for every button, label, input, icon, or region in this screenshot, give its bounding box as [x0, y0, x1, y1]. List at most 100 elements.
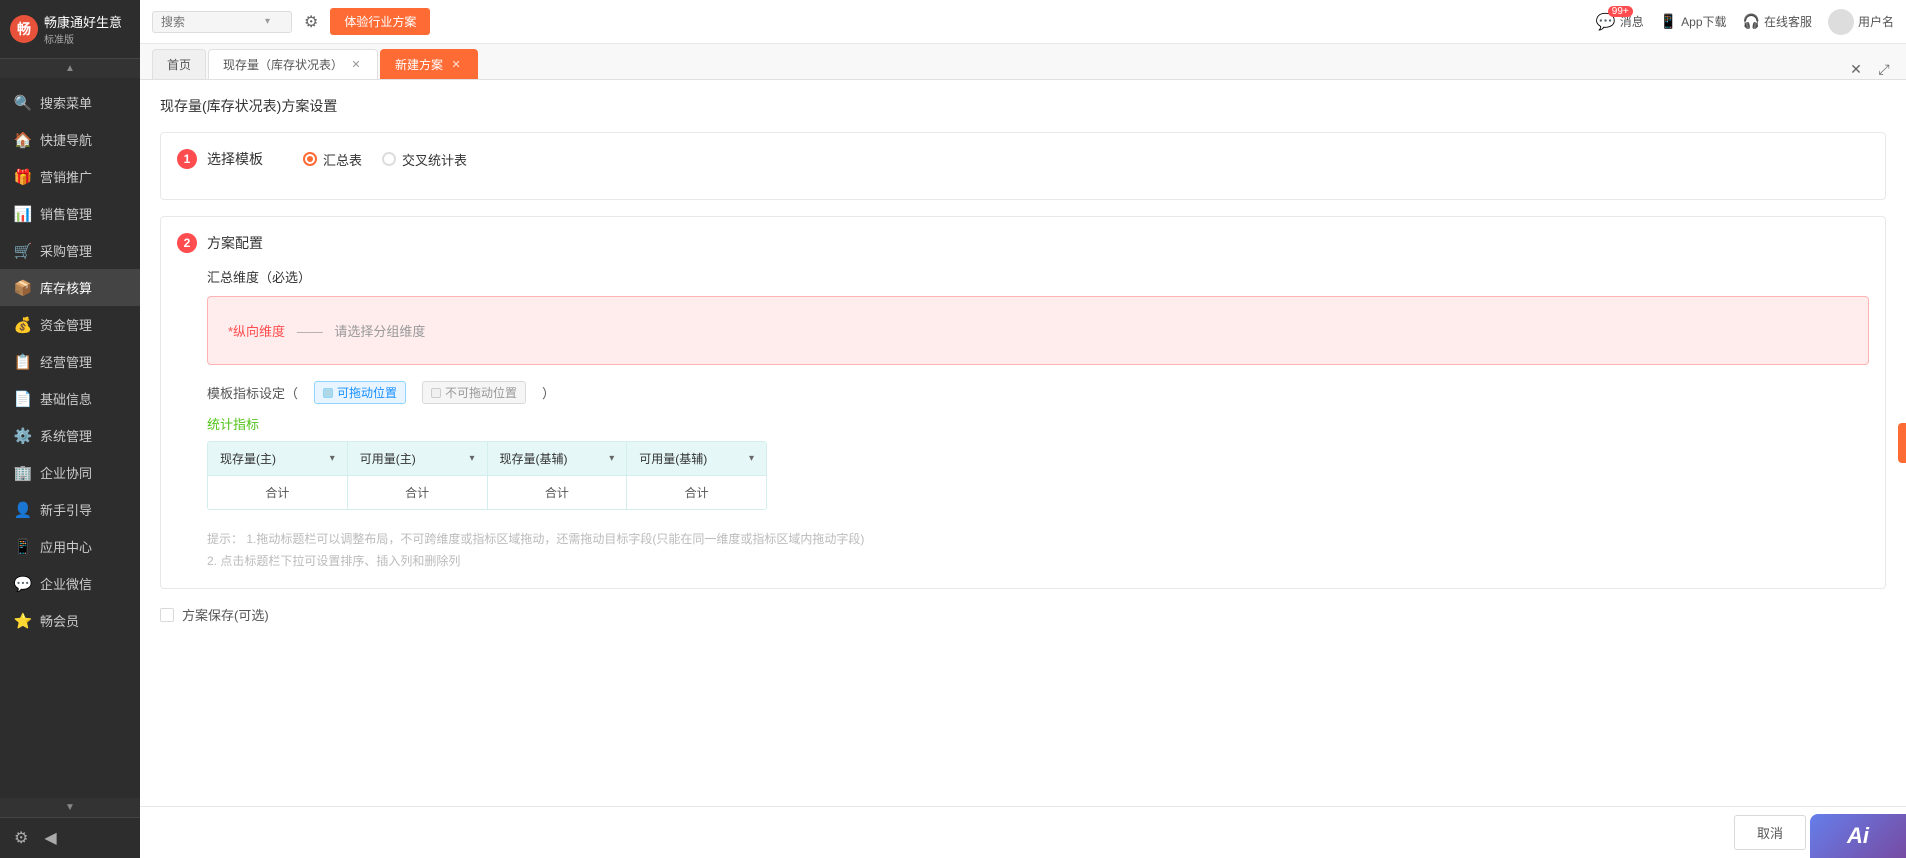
template-radio-group: 汇总表 交叉统计表 [303, 150, 467, 169]
indicator-close: ） [542, 383, 555, 402]
messages-btn[interactable]: 💬 消息 99+ [1596, 12, 1644, 32]
search-box[interactable]: ▾ [152, 11, 292, 33]
indicator-label-row: 模板指标设定（ 可拖动位置 不可拖动位置 ） [207, 381, 1869, 404]
expand-window-btn[interactable]: ⤢ [1874, 59, 1894, 79]
tab-label: 现存量（库存状况表） [223, 56, 343, 73]
tab-close-new-scheme[interactable]: ✕ [449, 58, 463, 72]
stats-cell-0-1: 合计 [348, 476, 488, 509]
indicator-label-text: 模板指标设定（ [207, 383, 298, 402]
save-option[interactable]: 方案保存(可选) [160, 605, 1886, 624]
tip-line-2: 2. 点击标题栏下拉可设置排序、插入列和删除列 [207, 551, 1869, 573]
search-dropdown-icon[interactable]: ▾ [265, 16, 270, 27]
tab-label: 首页 [167, 56, 191, 73]
stats-table: 现存量(主) ▾ 可用量(主) ▾ 现存量(基辅) ▾ 可用量(基辅) [207, 441, 767, 510]
settings-btn[interactable]: ⚙ [300, 8, 322, 36]
top-bar-left: ▾ ⚙ 体验行业方案 [152, 8, 1588, 36]
sidebar-item-label: 销售管理 [40, 204, 92, 223]
radio-summary[interactable]: 汇总表 [303, 150, 362, 169]
sidebar-item-label: 快捷导航 [40, 130, 92, 149]
sidebar-item-finance[interactable]: 💰 资金管理 [0, 306, 140, 343]
service-label: 在线客服 [1764, 13, 1812, 30]
sidebar-item-inventory[interactable]: 📦 库存核算 [0, 269, 140, 306]
save-checkbox[interactable] [160, 608, 174, 622]
col-label: 可用量(主) [360, 450, 416, 467]
sidebar-footer: ⚙ ◀ [0, 817, 140, 858]
tab-close-inventory[interactable]: ✕ [349, 58, 363, 72]
clipboard-icon: 📋 [14, 353, 32, 371]
app-download-btn[interactable]: 📱 App下载 [1660, 13, 1727, 30]
sidebar-item-search-menu[interactable]: 🔍 搜索菜单 [0, 84, 140, 121]
sidebar-item-label: 企业微信 [40, 574, 92, 593]
chart-icon: 📊 [14, 205, 32, 223]
sidebar-item-newbie[interactable]: 👤 新手引导 [0, 491, 140, 528]
stats-header-col-2[interactable]: 现存量(基辅) ▾ [488, 442, 628, 475]
sidebar-item-member[interactable]: ⭐ 畅会员 [0, 602, 140, 639]
sidebar-item-sales[interactable]: 📊 销售管理 [0, 195, 140, 232]
app-label: App下载 [1681, 13, 1726, 30]
building-icon: 🏢 [14, 464, 32, 482]
scroll-down-arrow[interactable]: ▼ [63, 800, 77, 815]
trial-btn[interactable]: 体验行业方案 [330, 8, 430, 35]
section-1-title: 选择模板 [207, 149, 263, 169]
app-logo: 畅 畅康通好生意 标准版 [0, 0, 140, 59]
money-icon: 💰 [14, 316, 32, 334]
sidebar-item-label: 系统管理 [40, 426, 92, 445]
dimension-row: *纵向维度 —— 请选择分组维度 [228, 321, 1848, 340]
stats-header-col-3[interactable]: 可用量(基辅) ▾ [627, 442, 766, 475]
sidebar-item-operations[interactable]: 📋 经营管理 [0, 343, 140, 380]
sidebar-item-quick-nav[interactable]: 🏠 快捷导航 [0, 121, 140, 158]
stats-header-col-1[interactable]: 可用量(主) ▾ [348, 442, 488, 475]
stats-data-row-0: 合计 合计 合计 合计 [208, 475, 766, 509]
cancel-button[interactable]: 取消 [1734, 815, 1806, 850]
logo-icon: 畅 [10, 15, 38, 43]
dropdown-icon-1[interactable]: ▾ [469, 453, 474, 464]
sidebar-item-app-center[interactable]: 📱 应用中心 [0, 528, 140, 565]
volume-icon[interactable]: ◀ [44, 828, 56, 848]
sidebar-item-label: 库存核算 [40, 278, 92, 297]
stats-header-col-0[interactable]: 现存量(主) ▾ [208, 442, 348, 475]
sidebar-item-label: 应用中心 [40, 537, 92, 556]
close-window-btn[interactable]: ✕ [1846, 59, 1866, 79]
radio-circle-cross [382, 152, 396, 166]
search-icon: 🔍 [14, 94, 32, 112]
dropdown-icon-0[interactable]: ▾ [330, 453, 335, 464]
stats-section: 统计指标 现存量(主) ▾ 可用量(主) ▾ 现存量(基辅) [207, 414, 1869, 513]
gear-icon: ⚙️ [14, 427, 32, 445]
avatar [1828, 9, 1854, 35]
no-drag-label: 不可拖动位置 [445, 384, 517, 401]
dropdown-icon-2[interactable]: ▾ [609, 453, 614, 464]
dropdown-icon-3[interactable]: ▾ [749, 453, 754, 464]
required-star: *纵向维度 [228, 324, 285, 339]
right-scroll-handle[interactable] [1898, 423, 1906, 463]
stats-cell-0-3: 合计 [627, 476, 766, 509]
sidebar-item-label: 搜索菜单 [40, 93, 92, 112]
no-drag-icon [431, 388, 441, 398]
main-area: ▾ ⚙ 体验行业方案 💬 消息 99+ 📱 App下载 🎧 在线客服 用户名 [140, 0, 1906, 858]
radio-label-cross: 交叉统计表 [402, 150, 467, 169]
scroll-up-arrow[interactable]: ▲ [63, 61, 77, 76]
window-controls: ✕ ⤢ [1846, 59, 1894, 79]
sidebar-item-basic-info[interactable]: 📄 基础信息 [0, 380, 140, 417]
search-input[interactable] [161, 15, 261, 29]
tab-new-scheme[interactable]: 新建方案 ✕ [380, 49, 478, 79]
box-icon: 📦 [14, 279, 32, 297]
sidebar-item-system[interactable]: ⚙️ 系统管理 [0, 417, 140, 454]
online-service-btn[interactable]: 🎧 在线客服 [1743, 13, 1812, 30]
section-1-number: 1 [177, 149, 197, 169]
page-title: 现存量(库存状况表)方案设置 [160, 96, 1886, 116]
dimension-required-label: *纵向维度 —— 请选择分组维度 [228, 321, 425, 340]
sidebar-item-marketing[interactable]: 🎁 营销推广 [0, 158, 140, 195]
radio-cross[interactable]: 交叉统计表 [382, 150, 467, 169]
tab-inventory-status[interactable]: 现存量（库存状况表） ✕ [208, 49, 378, 79]
tab-home[interactable]: 首页 [152, 49, 206, 79]
settings-icon[interactable]: ⚙ [14, 828, 28, 848]
gift-icon: 🎁 [14, 168, 32, 186]
ai-badge[interactable]: Ai [1810, 814, 1906, 858]
sidebar-item-purchase[interactable]: 🛒 采购管理 [0, 232, 140, 269]
sidebar-item-enterprise[interactable]: 🏢 企业协同 [0, 454, 140, 491]
dimension-box: *纵向维度 —— 请选择分组维度 [207, 296, 1869, 365]
sidebar-item-wechat[interactable]: 💬 企业微信 [0, 565, 140, 602]
user-menu[interactable]: 用户名 [1828, 9, 1894, 35]
sidebar-item-label: 畅会员 [40, 611, 79, 630]
stats-cell-0-2: 合计 [488, 476, 628, 509]
